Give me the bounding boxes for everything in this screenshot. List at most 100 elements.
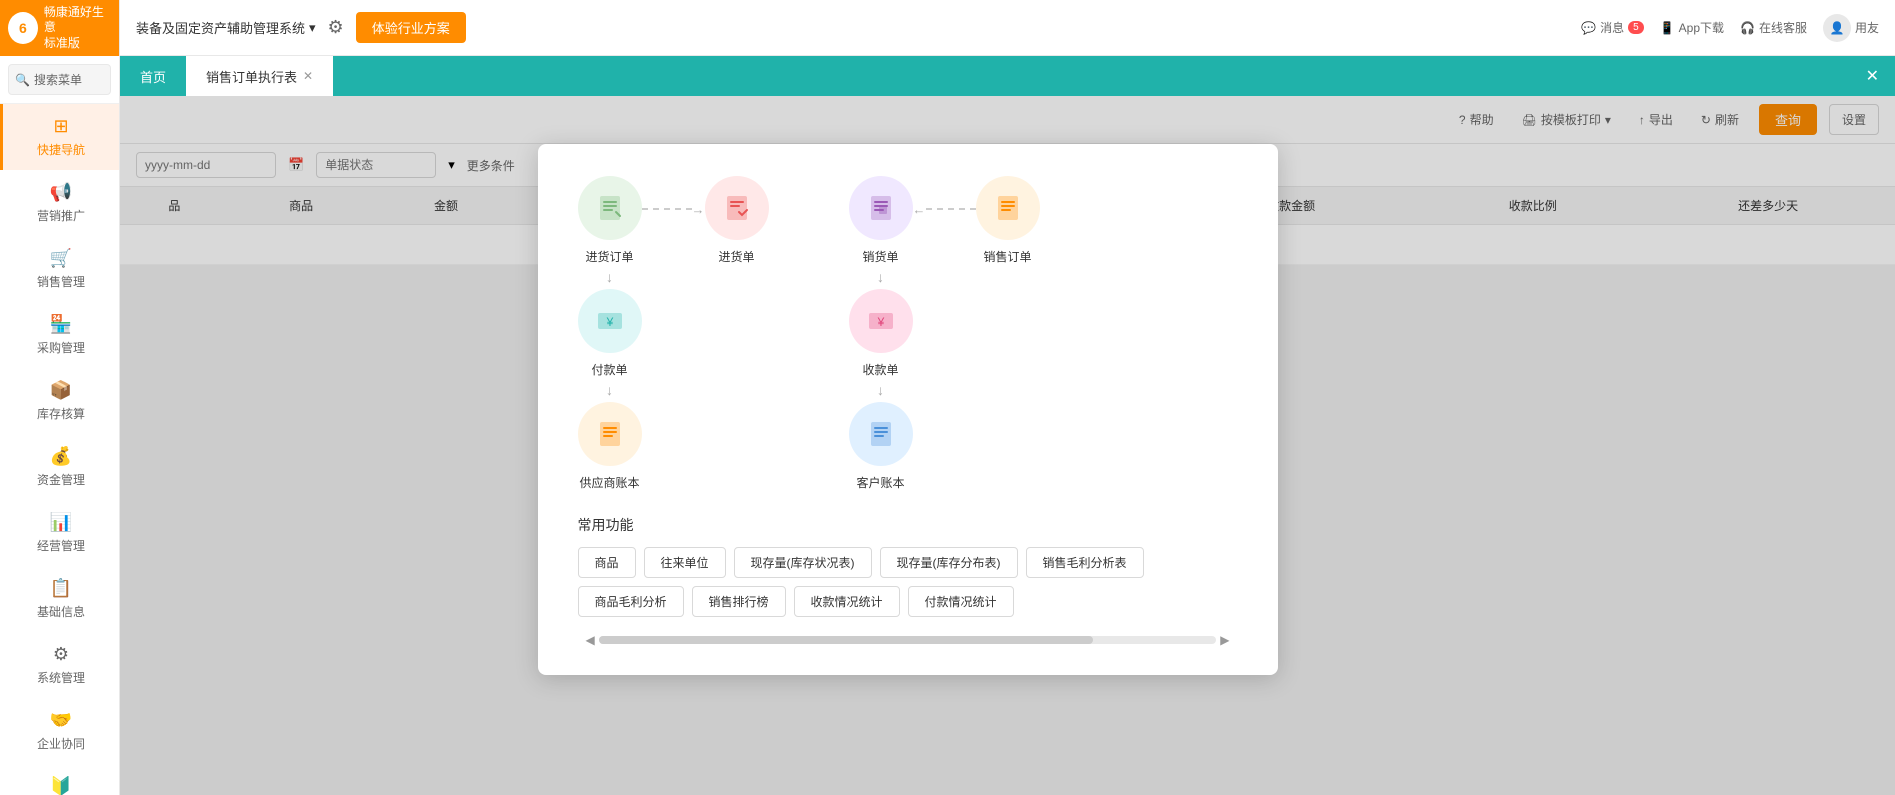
topbar-right: 💬 消息 5 📱 App下载 🎧 在线客服 👤 用友: [1581, 14, 1879, 42]
function-btn-7[interactable]: 收款情况统计: [794, 586, 900, 617]
logo-text: 畅康通好生意 标准版: [44, 5, 111, 52]
function-btn-1[interactable]: 往来单位: [644, 547, 726, 578]
sidebar-item-purchase[interactable]: 🏪 采购管理: [0, 302, 119, 368]
settings-icon[interactable]: ⚙: [328, 17, 344, 38]
payment-label: 付款单: [591, 361, 627, 378]
sales-order-icon: [976, 176, 1040, 240]
receipt-node[interactable]: ¥ 收款单: [849, 289, 913, 378]
function-btn-8[interactable]: 付款情况统计: [908, 586, 1014, 617]
sidebar-item-system[interactable]: ⚙ 系统管理: [0, 632, 119, 698]
sidebar-item-label: 系统管理: [37, 669, 85, 686]
sidebar-item-label: 采购管理: [37, 339, 85, 356]
system-icon: ⚙: [53, 644, 69, 665]
function-btn-2[interactable]: 现存量(库存状况表): [734, 547, 872, 578]
quick-guide-panel: 进货订单 ↓ ¥: [538, 144, 1278, 675]
scroll-left-icon[interactable]: ◀: [586, 633, 595, 647]
sidebar-item-enterprise[interactable]: 🤝 企业协同: [0, 698, 119, 764]
sidebar-item-operations[interactable]: 📊 经营管理: [0, 500, 119, 566]
sidebar-item-label: 库存核算: [37, 405, 85, 422]
online-service-btn[interactable]: 🎧 在线客服: [1740, 19, 1807, 36]
supplier-ledger-node[interactable]: 供应商账本: [578, 402, 642, 491]
sales-order-node[interactable]: 销售订单: [976, 176, 1040, 265]
svg-text:¥: ¥: [605, 315, 613, 329]
sidebar-item-label: 基础信息: [37, 603, 85, 620]
common-functions: 常用功能 商品往来单位现存量(库存状况表)现存量(库存分布表)销售毛利分析表商品…: [578, 515, 1238, 617]
sidebar-logo: 6 畅康通好生意 标准版: [0, 0, 119, 56]
supplier-ledger-label: 供应商账本: [579, 474, 639, 491]
user-menu[interactable]: 👤 用友: [1823, 14, 1879, 42]
quick-nav-icon: ⊞: [53, 116, 68, 137]
enterprise-icon: 🤝: [50, 710, 72, 731]
sidebar-item-finance[interactable]: 💰 资金管理: [0, 434, 119, 500]
payment-node[interactable]: ¥ 付款单: [578, 289, 642, 378]
app-download-btn[interactable]: 📱 App下载: [1660, 19, 1724, 36]
function-btn-0[interactable]: 商品: [578, 547, 636, 578]
message-btn[interactable]: 💬 消息 5: [1581, 19, 1644, 36]
logo-icon: 6: [8, 12, 38, 44]
tabbar: 首页 销售订单执行表 ✕ ✕: [120, 56, 1895, 96]
function-btn-5[interactable]: 商品毛利分析: [578, 586, 684, 617]
search-icon: 🔍: [15, 73, 30, 87]
sidebar: 6 畅康通好生意 标准版 🔍 搜索菜单 ⊞ 快捷导航 📢 营销推广 🛒 销售管理…: [0, 0, 120, 795]
operations-icon: 📊: [50, 512, 72, 533]
topbar-title[interactable]: 装备及固定资产辅助管理系统 ▾: [136, 18, 316, 37]
purchase-order-label: 进货订单: [585, 248, 633, 265]
app-wrapper: 6 畅康通好生意 标准版 🔍 搜索菜单 ⊞ 快捷导航 📢 营销推广 🛒 销售管理…: [0, 0, 1895, 795]
sidebar-item-basic-info[interactable]: 📋 基础信息: [0, 566, 119, 632]
tab-close-all-icon[interactable]: ✕: [1866, 66, 1879, 86]
new-guide-icon: 🔰: [50, 776, 72, 795]
purchase-bill-icon: [705, 176, 769, 240]
function-btn-6[interactable]: 销售排行榜: [692, 586, 786, 617]
function-buttons: 商品往来单位现存量(库存状况表) 现存量(库存分布表) 销售毛利分析表商品毛利分析销…: [578, 547, 1238, 617]
payment-icon: ¥: [578, 289, 642, 353]
content-area: ? 帮助 🖨 按模板打印 ▾ ↑ 导出 ↻ 刷新 查询 设置: [120, 96, 1895, 795]
customer-ledger-icon: [849, 402, 913, 466]
sidebar-item-new-guide[interactable]: 🔰 新手引导: [0, 764, 119, 795]
purchase-icon: 🏪: [50, 314, 72, 335]
function-btn-3[interactable]: 现存量(库存分布表): [880, 547, 1018, 578]
purchase-bill-node[interactable]: 进货单: [705, 176, 769, 265]
avatar: 👤: [1823, 14, 1851, 42]
sidebar-item-label: 经营管理: [37, 537, 85, 554]
sidebar-item-inventory[interactable]: 📦 库存核算: [0, 368, 119, 434]
tab-close-icon[interactable]: ✕: [303, 69, 313, 83]
finance-icon: 💰: [50, 446, 72, 467]
sidebar-search[interactable]: 🔍 搜索菜单: [0, 56, 119, 104]
search-menu-button[interactable]: 🔍 搜索菜单: [8, 64, 111, 95]
tab-home[interactable]: 首页: [120, 56, 186, 96]
sidebar-item-quick-nav[interactable]: ⊞ 快捷导航: [0, 104, 119, 170]
sales-bill-label: 销货单: [862, 248, 898, 265]
marketing-icon: 📢: [50, 182, 72, 203]
customer-ledger-label: 客户账本: [856, 474, 904, 491]
sales-bill-icon: [849, 176, 913, 240]
sales-order-label: 销售订单: [983, 248, 1031, 265]
supplier-ledger-icon: [578, 402, 642, 466]
common-functions-title: 常用功能: [578, 515, 1238, 535]
receipt-icon: ¥: [849, 289, 913, 353]
purchase-order-icon: [578, 176, 642, 240]
receipt-label: 收款单: [862, 361, 898, 378]
chevron-down-icon: ▾: [309, 20, 316, 36]
sidebar-item-label: 销售管理: [37, 273, 85, 290]
tab-sales-order-exec[interactable]: 销售订单执行表 ✕: [186, 56, 333, 96]
message-badge: 5: [1628, 21, 1644, 34]
experience-btn[interactable]: 体验行业方案: [356, 12, 466, 43]
sales-icon: 🛒: [50, 248, 72, 269]
quick-guide-overlay[interactable]: 进货订单 ↓ ¥: [120, 96, 1895, 795]
purchase-order-node[interactable]: 进货订单: [578, 176, 642, 265]
function-btn-4[interactable]: 销售毛利分析表: [1026, 547, 1144, 578]
sidebar-item-sales[interactable]: 🛒 销售管理: [0, 236, 119, 302]
purchase-bill-label: 进货单: [718, 248, 754, 265]
scroll-bar: [599, 636, 1217, 644]
scroll-indicator: ◀ ▶: [578, 629, 1238, 651]
scroll-right-icon[interactable]: ▶: [1220, 633, 1229, 647]
sidebar-item-marketing[interactable]: 📢 营销推广: [0, 170, 119, 236]
sales-bill-node[interactable]: 销货单: [849, 176, 913, 265]
main-area: 装备及固定资产辅助管理系统 ▾ ⚙ 体验行业方案 💬 消息 5 📱 App下载 …: [120, 0, 1895, 795]
message-icon: 💬: [1581, 21, 1596, 35]
customer-ledger-node[interactable]: 客户账本: [849, 402, 913, 491]
scroll-thumb: [599, 636, 1093, 644]
svg-text:¥: ¥: [876, 315, 884, 329]
sidebar-item-label: 营销推广: [37, 207, 85, 224]
sidebar-nav: ⊞ 快捷导航 📢 营销推广 🛒 销售管理 🏪 采购管理 📦 库存核算 💰 资金管…: [0, 104, 119, 795]
